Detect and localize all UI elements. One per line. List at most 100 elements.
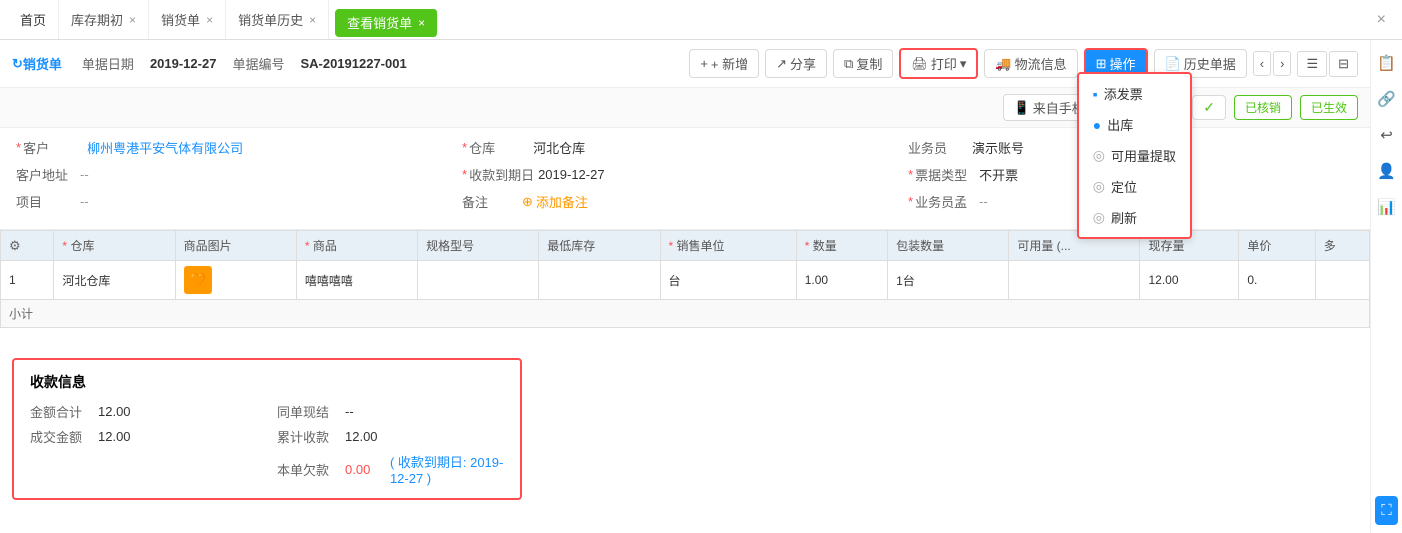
address-value: --	[80, 167, 200, 182]
tab-inventory-init-label: 库存期初	[71, 10, 123, 29]
prev-button[interactable]: ‹	[1253, 51, 1271, 76]
effective-status: 已生效	[1300, 95, 1358, 120]
tab-check-sales-label: 查看销货单	[347, 13, 412, 32]
sidebar-clipboard-icon[interactable]: 📋	[1371, 48, 1402, 78]
project-label: 项目	[16, 192, 76, 211]
close-all-tabs[interactable]: ×	[1369, 11, 1394, 29]
row-product-img: 🧡	[175, 261, 296, 300]
dropdown-locate[interactable]: ◎ 定位	[1079, 171, 1190, 202]
right-sidebar: 📋 🔗 ↩ 👤 📊 ⛶	[1370, 40, 1402, 533]
close-inventory-init[interactable]: ×	[129, 13, 136, 27]
products-table: ⚙ 仓库 商品图片 商品 规格型号 最低库存 销售单位 数量 包装数量 可用量 …	[0, 230, 1370, 328]
document-title: ↻ 销货单	[12, 54, 62, 73]
row-product: 嘻嘻嘻嘻	[296, 261, 417, 300]
logistics-icon: 🚚	[995, 56, 1011, 72]
close-check-sales[interactable]: ×	[418, 16, 425, 30]
table-row: 1 河北仓库 🧡 嘻嘻嘻嘻 台 1.00 1台 12.00 0.	[1, 261, 1370, 300]
current-balance-value: 0.00	[345, 462, 370, 477]
address-label: 客户地址	[16, 165, 76, 184]
logistics-button[interactable]: 🚚 物流信息	[984, 49, 1077, 78]
history-icon: 📄	[1165, 56, 1181, 72]
salesperson-label: 业务员孟	[915, 192, 975, 211]
row-sales-unit: 台	[660, 261, 796, 300]
new-button[interactable]: + + 新增	[689, 49, 759, 78]
number-label: 单据编号	[232, 54, 284, 73]
grid-view-button[interactable]: ⊟	[1329, 51, 1358, 77]
doc-type-icon: ↻	[12, 56, 23, 72]
add-note-button[interactable]: ⊕ 添加备注	[522, 192, 588, 211]
warehouse-value[interactable]: 河北仓库	[533, 138, 653, 157]
staff-value: 演示账号	[972, 138, 1092, 157]
close-sales-order[interactable]: ×	[206, 13, 213, 27]
total-amount-label: 金额合计	[30, 402, 90, 421]
col-spec: 规格型号	[418, 231, 539, 261]
col-unit-price: 单价	[1239, 231, 1315, 261]
col-quantity: 数量	[796, 231, 887, 261]
sidebar-return-icon[interactable]: ↩	[1374, 120, 1399, 150]
operations-icon: ⊞	[1096, 56, 1107, 72]
customer-value[interactable]: 柳州粤港平安气体有限公司	[87, 138, 243, 157]
check-icon: ✓	[1203, 99, 1215, 116]
next-button[interactable]: ›	[1273, 51, 1291, 76]
subtotal-row: 小计	[1, 300, 1370, 328]
dropdown-warehouse-out[interactable]: ● 出库	[1079, 109, 1190, 140]
customer-label: 客户	[23, 138, 83, 157]
copy-icon: ⧉	[844, 56, 853, 72]
sidebar-expand-icon[interactable]: ⛶	[1375, 496, 1398, 525]
col-sales-unit: 销售单位	[660, 231, 796, 261]
due-date-value[interactable]: 2019-12-27	[538, 167, 658, 182]
staff-label: 业务员	[908, 138, 968, 157]
list-view-button[interactable]: ☰	[1297, 51, 1327, 77]
tab-sales-history-label: 销货单历史	[238, 10, 303, 29]
tab-sales-order-label: 销货单	[161, 10, 200, 29]
tab-inventory-init[interactable]: 库存期初 ×	[59, 0, 149, 39]
row-spec	[418, 261, 539, 300]
due-date-label: 收款到期日	[469, 165, 534, 184]
check-button[interactable]: ✓	[1192, 95, 1226, 120]
new-icon: +	[700, 56, 708, 71]
row-pack-qty: 1台	[888, 261, 1009, 300]
add-invoice-icon: ▪	[1093, 86, 1098, 102]
locate-icon: ◎	[1093, 178, 1105, 195]
available-qty-icon: ◎	[1093, 147, 1105, 164]
warehouse-out-label: 出库	[1107, 115, 1133, 134]
dropdown-available-qty[interactable]: ◎ 可用量提取	[1079, 140, 1190, 171]
col-pack-qty: 包装数量	[888, 231, 1009, 261]
row-more	[1315, 261, 1369, 300]
phone-icon: 📱	[1014, 100, 1030, 116]
refresh-icon: ◎	[1093, 209, 1105, 226]
tab-sales-order[interactable]: 销货单 ×	[149, 0, 226, 39]
sidebar-user-icon[interactable]: 👤	[1371, 156, 1402, 186]
row-unit-price: 0.	[1239, 261, 1315, 300]
row-stock: 12.00	[1140, 261, 1239, 300]
row-min-stock	[539, 261, 660, 300]
note-label: 备注	[462, 192, 522, 211]
sidebar-link-icon[interactable]: 🔗	[1371, 84, 1402, 114]
col-min-stock: 最低库存	[539, 231, 660, 261]
close-sales-history[interactable]: ×	[309, 13, 316, 27]
transaction-amount-label: 成交金额	[30, 427, 90, 446]
subtotal-label: 小计	[1, 300, 1370, 328]
doc-type-label: 销货单	[23, 54, 62, 73]
tab-check-sales[interactable]: 查看销货单 ×	[335, 9, 438, 37]
transaction-amount-value: 12.00	[98, 429, 131, 444]
operations-dropdown: ▪ 添发票 ● 出库 ◎ 可用量提取 ◎ 定位 ◎ 刷新	[1077, 72, 1192, 239]
date-value: 2019-12-27	[150, 56, 217, 71]
dropdown-add-invoice[interactable]: ▪ 添发票	[1079, 78, 1190, 109]
share-button[interactable]: ↗ 分享	[765, 49, 827, 78]
print-button[interactable]: 🖨 打印 ▾	[899, 48, 978, 79]
col-settings: ⚙	[1, 231, 54, 261]
summary-title: 收款信息	[30, 372, 504, 392]
col-warehouse: 仓库	[54, 231, 175, 261]
sidebar-chart-icon[interactable]: 📊	[1371, 192, 1402, 222]
col-more: 多	[1315, 231, 1369, 261]
settings-icon[interactable]: ⚙	[9, 238, 21, 253]
ticket-type-label: 票据类型	[915, 165, 975, 184]
copy-button[interactable]: ⧉ 复制	[833, 49, 893, 78]
print-icon: 🖨	[911, 56, 928, 72]
tab-sales-history[interactable]: 销货单历史 ×	[226, 0, 329, 39]
tab-home[interactable]: 首页	[8, 0, 59, 39]
refresh-label: 刷新	[1111, 208, 1137, 227]
share-icon: ↗	[776, 56, 787, 72]
dropdown-refresh[interactable]: ◎ 刷新	[1079, 202, 1190, 233]
